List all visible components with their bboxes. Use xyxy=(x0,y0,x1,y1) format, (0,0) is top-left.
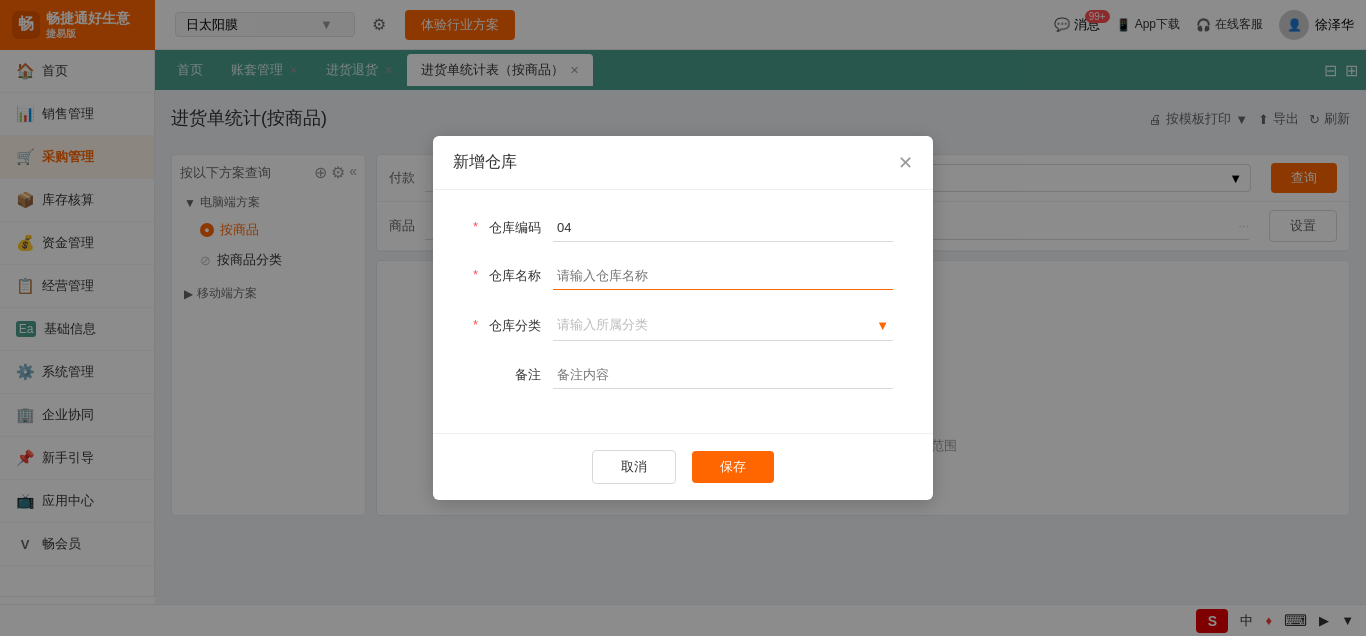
modal-header: 新增仓库 ✕ xyxy=(433,136,933,190)
code-label: 仓库编码 xyxy=(473,219,553,237)
modal-footer: 取消 保存 xyxy=(433,433,933,500)
cancel-button[interactable]: 取消 xyxy=(592,450,676,484)
category-label: 仓库分类 xyxy=(473,317,553,335)
new-warehouse-modal: 新增仓库 ✕ 仓库编码 仓库名称 仓库分类 请输入所属分类 ▼ xyxy=(433,136,933,500)
modal-title: 新增仓库 xyxy=(453,152,517,173)
remark-input[interactable] xyxy=(553,361,893,389)
code-input[interactable] xyxy=(553,214,893,242)
category-select[interactable]: 请输入所属分类 ▼ xyxy=(553,310,893,341)
form-row-category: 仓库分类 请输入所属分类 ▼ xyxy=(473,310,893,341)
name-input[interactable] xyxy=(553,262,893,290)
modal-overlay[interactable]: 新增仓库 ✕ 仓库编码 仓库名称 仓库分类 请输入所属分类 ▼ xyxy=(0,0,1366,636)
form-row-name: 仓库名称 xyxy=(473,262,893,290)
category-placeholder: 请输入所属分类 xyxy=(557,316,648,334)
category-dropdown-icon: ▼ xyxy=(876,318,889,333)
name-label: 仓库名称 xyxy=(473,267,553,285)
modal-close-icon[interactable]: ✕ xyxy=(898,154,913,172)
remark-label: 备注 xyxy=(473,366,553,384)
form-row-remark: 备注 xyxy=(473,361,893,389)
save-button[interactable]: 保存 xyxy=(692,451,774,483)
form-row-code: 仓库编码 xyxy=(473,214,893,242)
modal-body: 仓库编码 仓库名称 仓库分类 请输入所属分类 ▼ 备注 xyxy=(433,190,933,433)
